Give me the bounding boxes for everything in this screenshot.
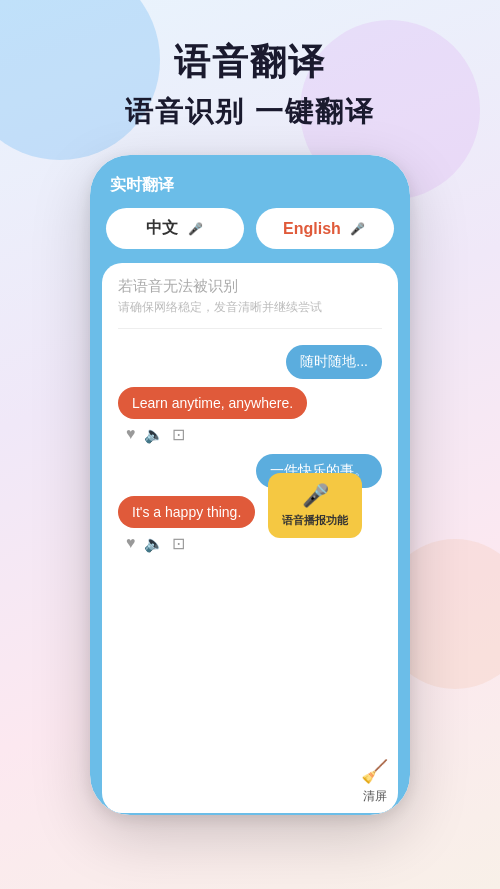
- message-row-1: 随时随地...: [118, 345, 382, 379]
- clear-screen-icon: 🧹: [361, 759, 388, 785]
- tooltip-mic-icon: 🎤: [302, 483, 329, 509]
- copy-icon-1[interactable]: ⊡: [172, 425, 185, 444]
- tooltip-popup: 🎤 语音播报功能: [268, 473, 362, 538]
- heart-icon-2[interactable]: ♥: [126, 534, 136, 553]
- msg-bubble-english-2: It's a happy thing.: [118, 496, 255, 528]
- page-header: 语音翻译 语音识别 一键翻译: [0, 0, 500, 131]
- msg-bubble-english-1: Learn anytime, anywhere.: [118, 387, 307, 419]
- msg-actions-1: ♥ 🔈 ⊡: [118, 423, 193, 446]
- phone-mockup: 实时翻译 中文 🎤 English 🎤 若语音无法被识别 请确保网络稳定，发音: [90, 155, 410, 815]
- msg-actions-2: ♥ 🔈 ⊡: [118, 532, 193, 555]
- recognition-main-text: 若语音无法被识别: [118, 277, 382, 296]
- tooltip-label: 语音播报功能: [282, 513, 348, 528]
- speaker-icon-1[interactable]: 🔈: [144, 425, 164, 444]
- lang-english-btn[interactable]: English 🎤: [256, 208, 394, 249]
- speaker-icon-2[interactable]: 🔈: [144, 534, 164, 553]
- copy-icon-2[interactable]: ⊡: [172, 534, 185, 553]
- mic-chinese-icon: 🎤: [186, 220, 204, 238]
- main-title: 语音翻译: [0, 38, 500, 87]
- recognition-sub-text: 请确保网络稳定，发音清晰并继续尝试: [118, 299, 382, 316]
- message-row-2: Learn anytime, anywhere. ♥ 🔈 ⊡: [118, 387, 382, 446]
- phone-shell: 实时翻译 中文 🎤 English 🎤 若语音无法被识别 请确保网络稳定，发音: [90, 155, 410, 815]
- app-title: 实时翻译: [110, 176, 174, 193]
- sub-title: 语音识别 一键翻译: [0, 93, 500, 131]
- clear-screen-label: 清屏: [363, 788, 387, 805]
- lang-english-label: English: [283, 220, 341, 238]
- clear-screen-btn[interactable]: 🧹 清屏: [361, 759, 388, 805]
- lang-chinese-btn[interactable]: 中文 🎤: [106, 208, 244, 249]
- divider: [118, 328, 382, 329]
- recognition-area: 若语音无法被识别 请确保网络稳定，发音清晰并继续尝试: [118, 277, 382, 316]
- language-toggle-row: 中文 🎤 English 🎤: [90, 208, 410, 249]
- translation-card: 若语音无法被识别 请确保网络稳定，发音清晰并继续尝试 随时随地...: [102, 263, 398, 813]
- msg-bubble-chinese-1: 随时随地...: [286, 345, 382, 379]
- app-screen: 实时翻译 中文 🎤 English 🎤 若语音无法被识别 请确保网络稳定，发音: [90, 155, 410, 815]
- lang-chinese-label: 中文: [146, 218, 178, 239]
- app-header: 实时翻译: [90, 155, 410, 208]
- mic-english-icon: 🎤: [349, 220, 367, 238]
- heart-icon-1[interactable]: ♥: [126, 425, 136, 444]
